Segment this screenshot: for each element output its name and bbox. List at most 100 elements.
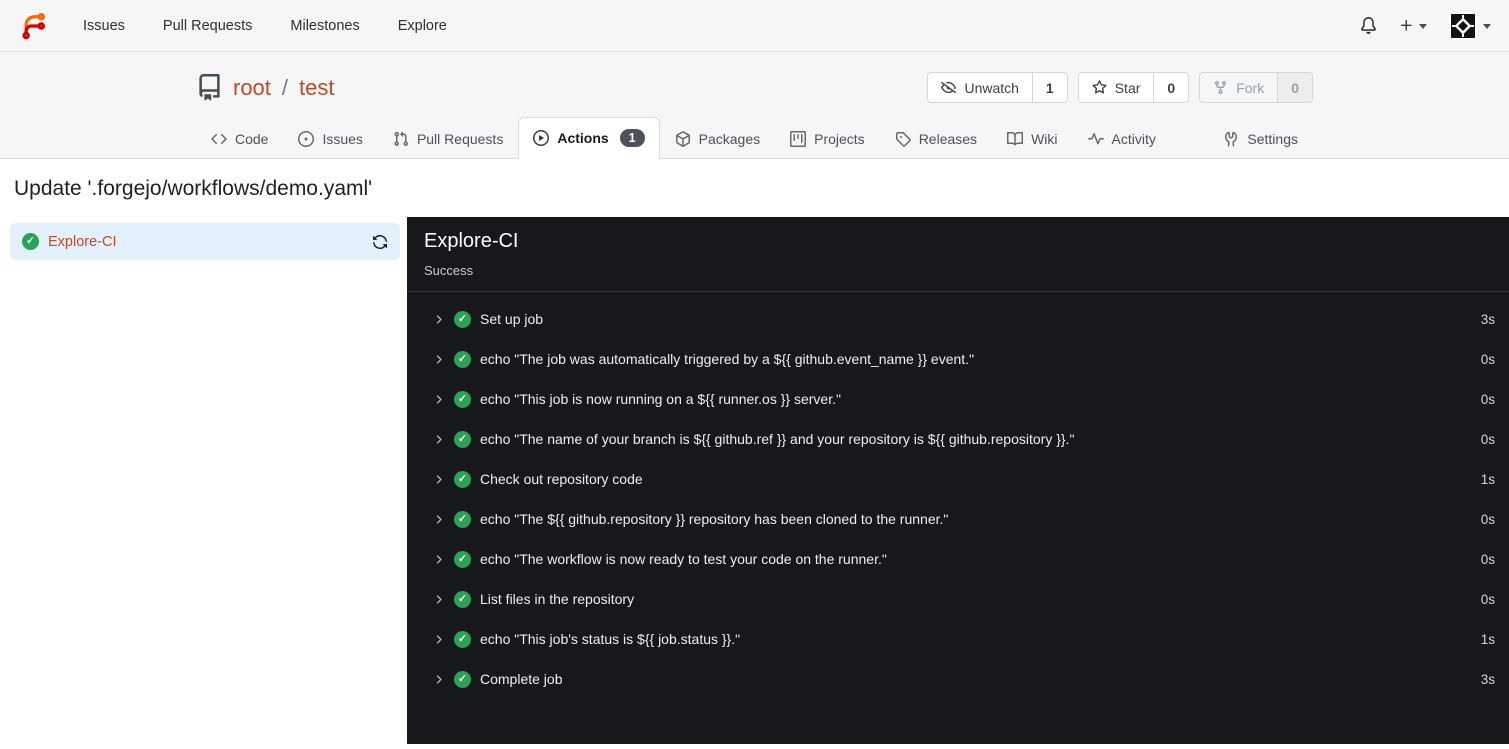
package-icon: [675, 131, 690, 147]
tag-icon: [895, 132, 911, 147]
step-row[interactable]: ✓ Set up job 3s: [407, 299, 1509, 339]
repo-header: root / test Unwatch 1 Star 0 Fork 0 Code…: [0, 52, 1509, 159]
watchers-count[interactable]: 1: [1031, 73, 1067, 102]
stars-count[interactable]: 0: [1153, 73, 1188, 102]
nav-milestones[interactable]: Milestones: [271, 0, 378, 52]
job-log-panel: Explore-CI Success ✓ Set up job 3s ✓ ech…: [407, 217, 1509, 744]
tools-icon: [1225, 131, 1238, 147]
step-name: Set up job: [480, 311, 544, 327]
tab-pull-requests[interactable]: Pull Requests: [378, 119, 518, 158]
avatar: [1449, 11, 1477, 40]
step-name: echo "This job's status is ${{ job.statu…: [480, 631, 741, 647]
step-row[interactable]: ✓ echo "The job was automatically trigge…: [407, 339, 1509, 379]
repo-owner-link[interactable]: root: [233, 75, 271, 101]
step-duration: 0s: [1480, 351, 1495, 367]
tab-actions[interactable]: Actions 1: [518, 117, 660, 159]
chevron-right-icon[interactable]: [432, 433, 445, 446]
step-name: echo "The ${{ github.repository }} repos…: [480, 511, 949, 527]
tab-settings[interactable]: Settings: [1208, 119, 1313, 158]
fork-label: Fork: [1236, 79, 1265, 96]
tab-releases[interactable]: Releases: [880, 119, 992, 158]
tab-activity[interactable]: Activity: [1073, 119, 1171, 158]
chevron-right-icon[interactable]: [432, 353, 445, 366]
job-name-link[interactable]: Explore-CI: [48, 234, 117, 250]
tab-projects[interactable]: Projects: [775, 119, 880, 158]
chevron-down-icon: [1419, 24, 1427, 29]
repo-book-icon: [196, 74, 223, 101]
issue-opened-icon: [298, 131, 315, 147]
step-row[interactable]: ✓ Check out repository code 1s: [407, 459, 1509, 499]
step-success-check-icon: ✓: [454, 310, 471, 328]
fork-button: Fork 0: [1199, 72, 1313, 103]
tab-packages[interactable]: Packages: [660, 119, 775, 158]
repo-tabs: Code Issues Pull Requests Actions 1 Pack…: [196, 116, 1313, 159]
step-success-check-icon: ✓: [454, 630, 471, 648]
forks-count: 0: [1277, 73, 1312, 102]
job-log-header: Explore-CI Success: [407, 217, 1509, 292]
step-row[interactable]: ✓ Complete job 3s: [407, 659, 1509, 699]
step-name: echo "This job is now running on a ${{ r…: [480, 391, 841, 407]
nav-explore[interactable]: Explore: [379, 0, 466, 52]
chevron-right-icon[interactable]: [432, 673, 445, 686]
git-pull-request-icon: [394, 131, 408, 147]
step-row[interactable]: ✓ echo "The workflow is now ready to tes…: [407, 539, 1509, 579]
job-log-title: Explore-CI: [424, 230, 519, 252]
step-name: echo "The job was automatically triggere…: [480, 351, 975, 367]
step-duration: 0s: [1480, 431, 1495, 447]
repo-path-separator: /: [281, 74, 289, 100]
job-success-check-icon: ✓: [22, 233, 39, 250]
job-status-text: Success: [424, 263, 474, 278]
step-name: echo "The name of your branch is ${{ git…: [480, 431, 1075, 447]
user-menu[interactable]: [1449, 11, 1491, 40]
step-row[interactable]: ✓ echo "The name of your branch is ${{ g…: [407, 419, 1509, 459]
step-duration: 0s: [1480, 591, 1495, 607]
play-circle-icon: [533, 130, 550, 146]
chevron-right-icon[interactable]: [432, 633, 445, 646]
job-item-explore-ci[interactable]: ✓ Explore-CI: [10, 223, 400, 260]
step-row[interactable]: ✓ List files in the repository 0s: [407, 579, 1509, 619]
fork-icon: [1215, 80, 1227, 95]
step-duration: 3s: [1480, 311, 1495, 327]
step-success-check-icon: ✓: [454, 390, 471, 408]
step-success-check-icon: ✓: [454, 550, 471, 568]
workflow-run-title: Update '.forgejo/workflows/demo.yaml': [14, 177, 373, 200]
step-name: Check out repository code: [480, 471, 643, 487]
step-success-check-icon: ✓: [454, 470, 471, 488]
step-success-check-icon: ✓: [454, 430, 471, 448]
step-success-check-icon: ✓: [454, 350, 471, 368]
tab-wiki[interactable]: Wiki: [992, 119, 1072, 158]
actions-count-badge: 1: [619, 129, 645, 147]
chevron-right-icon[interactable]: [432, 513, 445, 526]
step-name: echo "The workflow is now ready to test …: [480, 551, 887, 567]
chevron-right-icon[interactable]: [432, 593, 445, 606]
chevron-right-icon[interactable]: [432, 313, 445, 326]
star-icon: [1092, 80, 1107, 94]
star-label: Star: [1114, 79, 1141, 96]
nav-pull-requests[interactable]: Pull Requests: [144, 0, 271, 52]
notifications-bell-icon[interactable]: [1360, 17, 1377, 34]
step-duration: 0s: [1480, 551, 1495, 567]
step-success-check-icon: ✓: [454, 670, 471, 688]
step-duration: 0s: [1480, 391, 1495, 407]
rerun-job-icon[interactable]: [372, 234, 388, 250]
book-icon: [1007, 131, 1024, 146]
chevron-right-icon[interactable]: [432, 393, 445, 406]
main-nav: Issues Pull Requests Milestones Explore: [64, 0, 466, 52]
forgejo-logo-icon[interactable]: [18, 11, 48, 41]
code-icon: [211, 133, 227, 145]
tab-issues[interactable]: Issues: [283, 119, 377, 158]
step-duration: 3s: [1480, 671, 1495, 687]
chevron-right-icon[interactable]: [432, 473, 445, 486]
star-button[interactable]: Star 0: [1077, 72, 1190, 103]
step-row[interactable]: ✓ echo "This job's status is ${{ job.sta…: [407, 619, 1509, 659]
step-row[interactable]: ✓ echo "The ${{ github.repository }} rep…: [407, 499, 1509, 539]
tab-code[interactable]: Code: [196, 119, 283, 158]
unwatch-button[interactable]: Unwatch 1: [927, 72, 1068, 103]
step-row[interactable]: ✓ echo "This job is now running on a ${{…: [407, 379, 1509, 419]
repo-name-link[interactable]: test: [299, 75, 334, 101]
create-new-menu[interactable]: [1399, 18, 1427, 33]
nav-issues[interactable]: Issues: [64, 0, 144, 52]
plus-icon: [1400, 19, 1412, 31]
jobs-sidebar: ✓ Explore-CI: [0, 217, 407, 744]
chevron-right-icon[interactable]: [432, 553, 445, 566]
